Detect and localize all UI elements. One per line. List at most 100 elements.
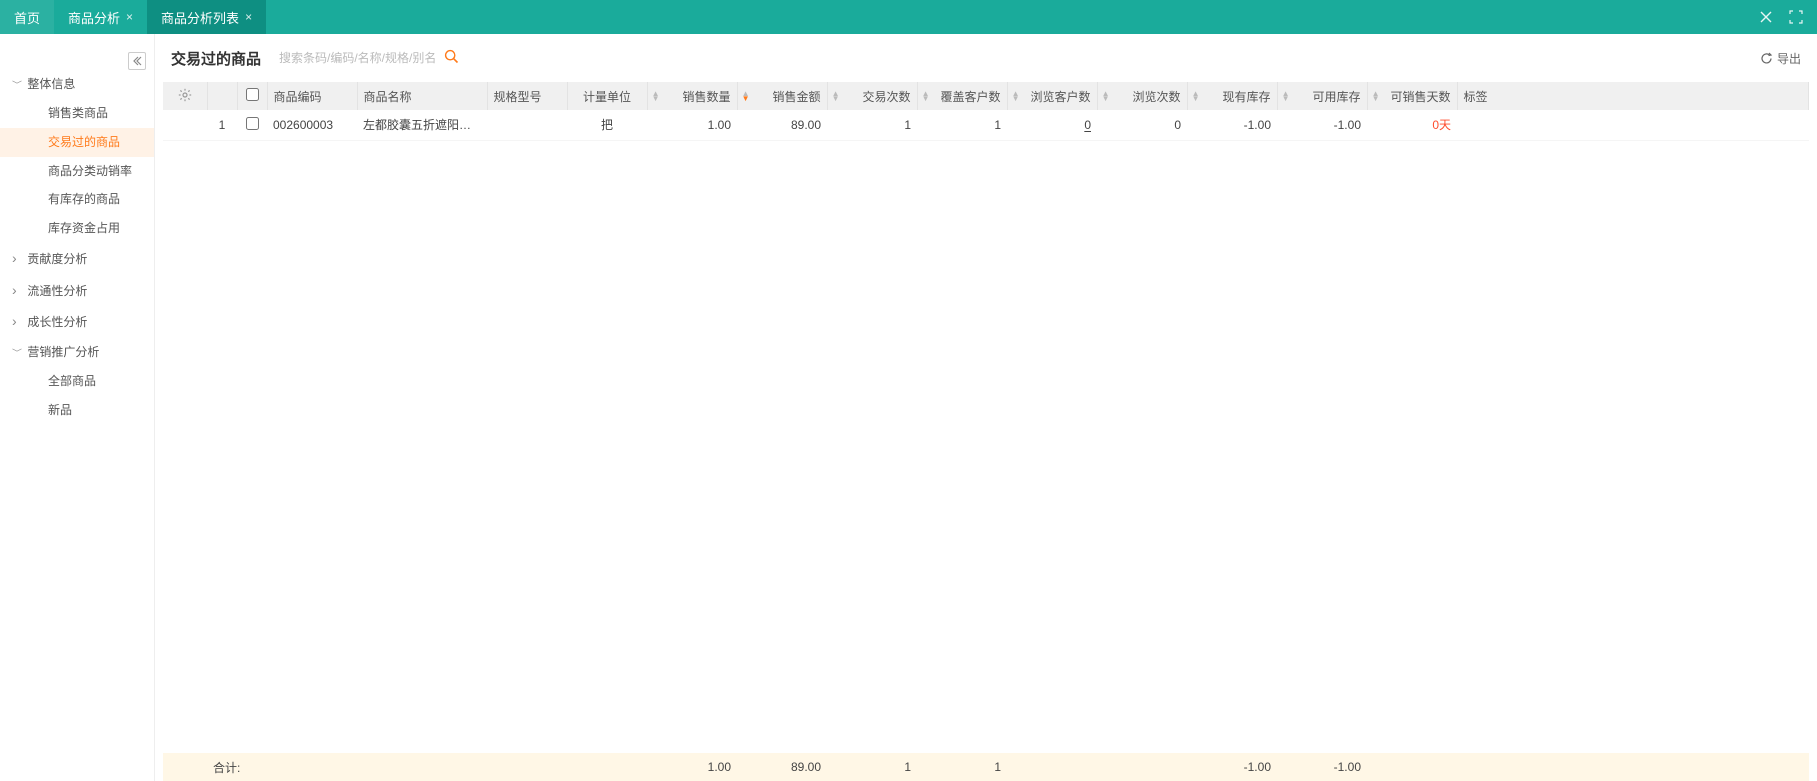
col-stock-avail[interactable]: 可用库存 — [1277, 82, 1367, 110]
sidebar-item-all-products[interactable]: 全部商品 — [0, 367, 154, 396]
col-label: 交易次数 — [862, 90, 910, 104]
tab-home[interactable]: 首页 — [0, 0, 54, 34]
col-label: 规格型号 — [494, 90, 542, 104]
table-body: 1 002600003 左都胶囊五折遮阳伞防晒伞; 把 1.00 89.00 1… — [163, 110, 1809, 140]
col-browse-count[interactable]: 浏览次数 — [1097, 82, 1187, 110]
refresh-export-icon — [1760, 52, 1773, 65]
tab-label: 商品分析 — [68, 8, 120, 27]
footer-cust-cover: 1 — [917, 760, 1007, 774]
col-cust-cover[interactable]: 覆盖客户数 — [917, 82, 1007, 110]
sidebar-group-overall[interactable]: 整体信息 — [0, 70, 154, 99]
sidebar-item-sales-products[interactable]: 销售类商品 — [0, 99, 154, 128]
tab-list: 首页 商品分析 × 商品分析列表 × — [0, 0, 266, 34]
tab-bar: 首页 商品分析 × 商品分析列表 × — [0, 0, 1817, 34]
sort-icon — [650, 91, 660, 101]
browse-cust-link[interactable]: 0 — [1084, 118, 1091, 132]
footer-label: 合计: — [207, 759, 267, 776]
footer-sales-amount: 89.00 — [737, 760, 827, 774]
search-input[interactable] — [279, 47, 459, 70]
col-label: 现有库存 — [1222, 90, 1270, 104]
col-stock-now[interactable]: 现有库存 — [1187, 82, 1277, 110]
col-name[interactable]: 商品名称 — [357, 82, 487, 110]
sidebar-group-circulation[interactable]: 流通性分析 — [0, 275, 154, 307]
chevron-right-icon — [12, 281, 22, 301]
cell-saleable-days: 0天 — [1367, 110, 1457, 140]
col-sales-amount[interactable]: 销售金额 — [737, 82, 827, 110]
cell-checkbox — [237, 110, 267, 140]
cell-index: 1 — [207, 110, 237, 140]
cell-sales-amount: 89.00 — [737, 110, 827, 140]
sidebar-item-label: 交易过的商品 — [48, 135, 120, 149]
col-saleable-days[interactable]: 可销售天数 — [1367, 82, 1457, 110]
chevron-right-icon — [12, 249, 22, 269]
sort-icon — [1370, 91, 1380, 101]
col-label: 覆盖客户数 — [940, 90, 1000, 104]
sort-icon — [740, 91, 750, 101]
cell-spec — [487, 110, 567, 140]
tab-product-analysis[interactable]: 商品分析 × — [54, 0, 147, 34]
close-icon[interactable]: × — [126, 10, 133, 24]
col-trade-count[interactable]: 交易次数 — [827, 82, 917, 110]
sidebar-item-label: 新品 — [48, 403, 72, 417]
sort-icon — [1010, 91, 1020, 101]
sidebar-group-label: 成长性分析 — [27, 315, 87, 329]
sidebar-group-label: 流通性分析 — [27, 284, 87, 298]
col-label: 浏览客户数 — [1030, 90, 1090, 104]
sidebar-group-marketing[interactable]: 营销推广分析 — [0, 338, 154, 367]
chevron-right-icon — [12, 312, 22, 332]
page-title: 交易过的商品 — [171, 48, 261, 69]
col-sales-qty[interactable]: 销售数量 — [647, 82, 737, 110]
col-code[interactable]: 商品编码 — [267, 82, 357, 110]
sidebar-item-category-sell-rate[interactable]: 商品分类动销率 — [0, 157, 154, 186]
sidebar-group-label: 营销推广分析 — [27, 345, 99, 359]
sort-icon — [1100, 91, 1110, 101]
tabbar-actions — [1755, 0, 1817, 34]
cell-sales-qty: 1.00 — [647, 110, 737, 140]
col-label: 销售金额 — [772, 90, 820, 104]
sidebar-item-new-products[interactable]: 新品 — [0, 396, 154, 425]
col-settings[interactable] — [163, 82, 207, 110]
sidebar-group-label: 贡献度分析 — [27, 252, 87, 266]
chevron-down-icon — [12, 347, 22, 361]
sidebar-item-label: 有库存的商品 — [48, 192, 120, 206]
table-area: 商品编码 商品名称 规格型号 计量单位 销售数量 销售金额 交易次数 覆盖客户数… — [155, 82, 1817, 753]
chevron-down-icon — [12, 79, 22, 93]
sidebar-group-growth[interactable]: 成长性分析 — [0, 306, 154, 338]
cell-tag — [1457, 110, 1809, 140]
gear-icon — [178, 89, 192, 105]
col-label: 计量单位 — [583, 90, 631, 104]
data-table: 商品编码 商品名称 规格型号 计量单位 销售数量 销售金额 交易次数 覆盖客户数… — [163, 82, 1809, 141]
sidebar-item-in-stock[interactable]: 有库存的商品 — [0, 185, 154, 214]
cell-code: 002600003 — [267, 110, 357, 140]
sidebar-item-label: 全部商品 — [48, 374, 96, 388]
table-row[interactable]: 1 002600003 左都胶囊五折遮阳伞防晒伞; 把 1.00 89.00 1… — [163, 110, 1809, 140]
col-unit[interactable]: 计量单位 — [567, 82, 647, 110]
sort-icon — [1190, 91, 1200, 101]
close-all-icon[interactable] — [1755, 6, 1777, 28]
col-spec[interactable]: 规格型号 — [487, 82, 567, 110]
cell-trade-count: 1 — [827, 110, 917, 140]
sidebar-item-stock-capital[interactable]: 库存资金占用 — [0, 214, 154, 243]
col-label: 销售数量 — [682, 90, 730, 104]
main-area: 整体信息 销售类商品 交易过的商品 商品分类动销率 有库存的商品 库存资金占用 … — [0, 34, 1817, 781]
cell-name: 左都胶囊五折遮阳伞防晒伞; — [357, 110, 487, 140]
search-icon[interactable] — [444, 49, 459, 64]
fullscreen-icon[interactable] — [1785, 6, 1807, 28]
tab-label: 商品分析列表 — [161, 8, 239, 27]
sidebar-group-contribution[interactable]: 贡献度分析 — [0, 243, 154, 275]
export-label: 导出 — [1777, 50, 1801, 67]
sidebar-item-traded-products[interactable]: 交易过的商品 — [0, 128, 154, 157]
col-index — [207, 82, 237, 110]
export-button[interactable]: 导出 — [1760, 50, 1801, 67]
header-actions: 导出 — [1760, 50, 1801, 67]
col-browse-cust[interactable]: 浏览客户数 — [1007, 82, 1097, 110]
col-tag[interactable]: 标签 — [1457, 82, 1809, 110]
select-all-checkbox[interactable] — [246, 88, 259, 101]
content: 交易过的商品 导出 — [155, 34, 1817, 781]
tab-product-analysis-list[interactable]: 商品分析列表 × — [147, 0, 266, 34]
row-checkbox[interactable] — [246, 117, 259, 130]
cell-stock-now: -1.00 — [1187, 110, 1277, 140]
col-label: 可销售天数 — [1390, 90, 1450, 104]
close-icon[interactable]: × — [245, 10, 252, 24]
collapse-sidebar-icon[interactable] — [128, 52, 146, 70]
